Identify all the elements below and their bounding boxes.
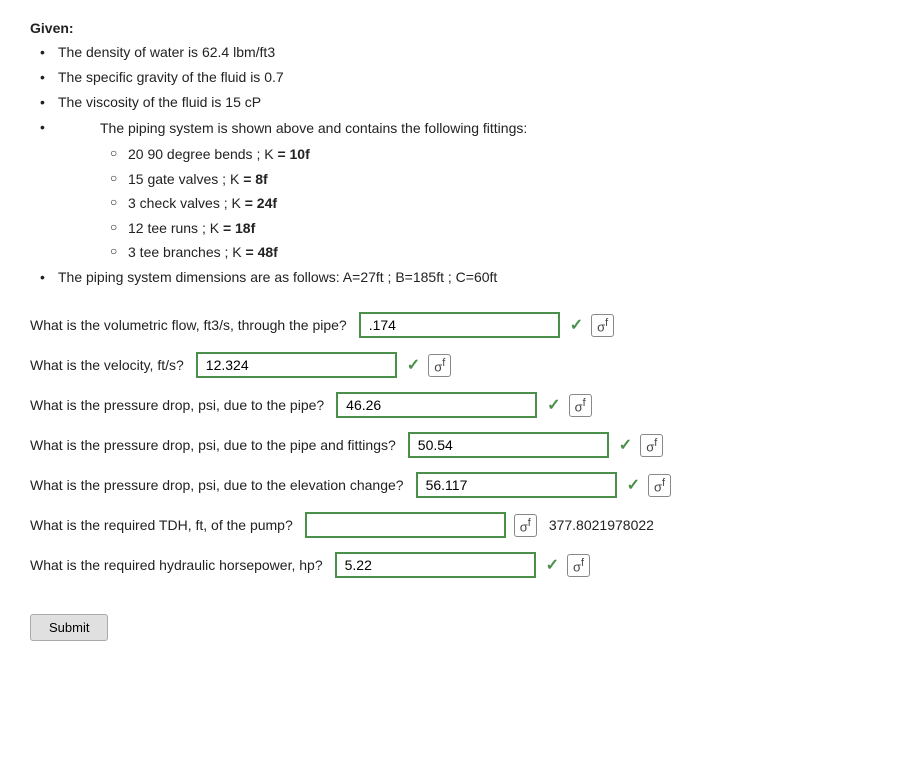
given-bullets: The density of water is 62.4 lbm/ft3 The… xyxy=(30,42,878,288)
submit-button[interactable]: Submit xyxy=(30,614,108,641)
bullet-fittings: The piping system is shown above and con… xyxy=(40,117,878,263)
sigma-btn-6[interactable]: σf xyxy=(514,514,537,537)
fitting-5: 3 tee branches ; K = 48f xyxy=(110,241,878,263)
submit-section: Submit xyxy=(30,598,878,641)
fitting-2: 15 gate valves ; K = 8f xyxy=(110,168,878,190)
fittings-intro: The piping system is shown above and con… xyxy=(100,117,878,139)
question-label-3: What is the pressure drop, psi, due to t… xyxy=(30,397,324,413)
answer-input-7[interactable] xyxy=(335,552,536,578)
sigma-btn-2[interactable]: σf xyxy=(428,354,451,377)
check-icon-2: ✓ xyxy=(407,355,420,375)
sigma-btn-7[interactable]: σf xyxy=(567,554,590,577)
question-label-1: What is the volumetric flow, ft3/s, thro… xyxy=(30,317,347,333)
bullet-density: The density of water is 62.4 lbm/ft3 xyxy=(40,42,878,63)
check-icon-5: ✓ xyxy=(627,475,640,495)
answer-input-4[interactable] xyxy=(408,432,609,458)
question-row-4: What is the pressure drop, psi, due to t… xyxy=(30,432,878,458)
fittings-list: 20 90 degree bends ; K = 10f 15 gate val… xyxy=(100,143,878,263)
question-row-6: What is the required TDH, ft, of the pum… xyxy=(30,512,878,538)
check-icon-1: ✓ xyxy=(570,315,583,335)
question-label-6: What is the required TDH, ft, of the pum… xyxy=(30,517,293,533)
sigma-btn-4[interactable]: σf xyxy=(640,434,663,457)
fitting-4: 12 tee runs ; K = 18f xyxy=(110,217,878,239)
check-icon-3: ✓ xyxy=(547,395,560,415)
fitting-1: 20 90 degree bends ; K = 10f xyxy=(110,143,878,165)
answer-input-3[interactable] xyxy=(336,392,537,418)
question-label-2: What is the velocity, ft/s? xyxy=(30,357,184,373)
check-icon-4: ✓ xyxy=(619,435,632,455)
bullet-dimensions: The piping system dimensions are as foll… xyxy=(40,267,878,288)
answer-input-6[interactable] xyxy=(305,512,506,538)
answer-input-2[interactable] xyxy=(196,352,397,378)
question-row-7: What is the required hydraulic horsepowe… xyxy=(30,552,878,578)
question-label-4: What is the pressure drop, psi, due to t… xyxy=(30,437,396,453)
result-text-6: 377.8021978022 xyxy=(549,517,654,533)
question-row-1: What is the volumetric flow, ft3/s, thro… xyxy=(30,312,878,338)
sigma-btn-1[interactable]: σf xyxy=(591,314,614,337)
answer-input-5[interactable] xyxy=(416,472,617,498)
answer-input-1[interactable] xyxy=(359,312,560,338)
question-label-7: What is the required hydraulic horsepowe… xyxy=(30,557,323,573)
given-title: Given: xyxy=(30,20,878,36)
fitting-3: 3 check valves ; K = 24f xyxy=(110,192,878,214)
bullet-gravity: The specific gravity of the fluid is 0.7 xyxy=(40,67,878,88)
sigma-btn-5[interactable]: σf xyxy=(648,474,671,497)
bullet-viscosity: The viscosity of the fluid is 15 cP xyxy=(40,92,878,113)
questions-section: What is the volumetric flow, ft3/s, thro… xyxy=(30,312,878,578)
sigma-btn-3[interactable]: σf xyxy=(569,394,592,417)
question-row-3: What is the pressure drop, psi, due to t… xyxy=(30,392,878,418)
question-row-5: What is the pressure drop, psi, due to t… xyxy=(30,472,878,498)
given-section: Given: The density of water is 62.4 lbm/… xyxy=(30,20,878,288)
check-icon-7: ✓ xyxy=(546,555,559,575)
question-row-2: What is the velocity, ft/s? ✓ σf xyxy=(30,352,878,378)
fittings-block: The piping system is shown above and con… xyxy=(40,117,878,263)
question-label-5: What is the pressure drop, psi, due to t… xyxy=(30,477,404,493)
